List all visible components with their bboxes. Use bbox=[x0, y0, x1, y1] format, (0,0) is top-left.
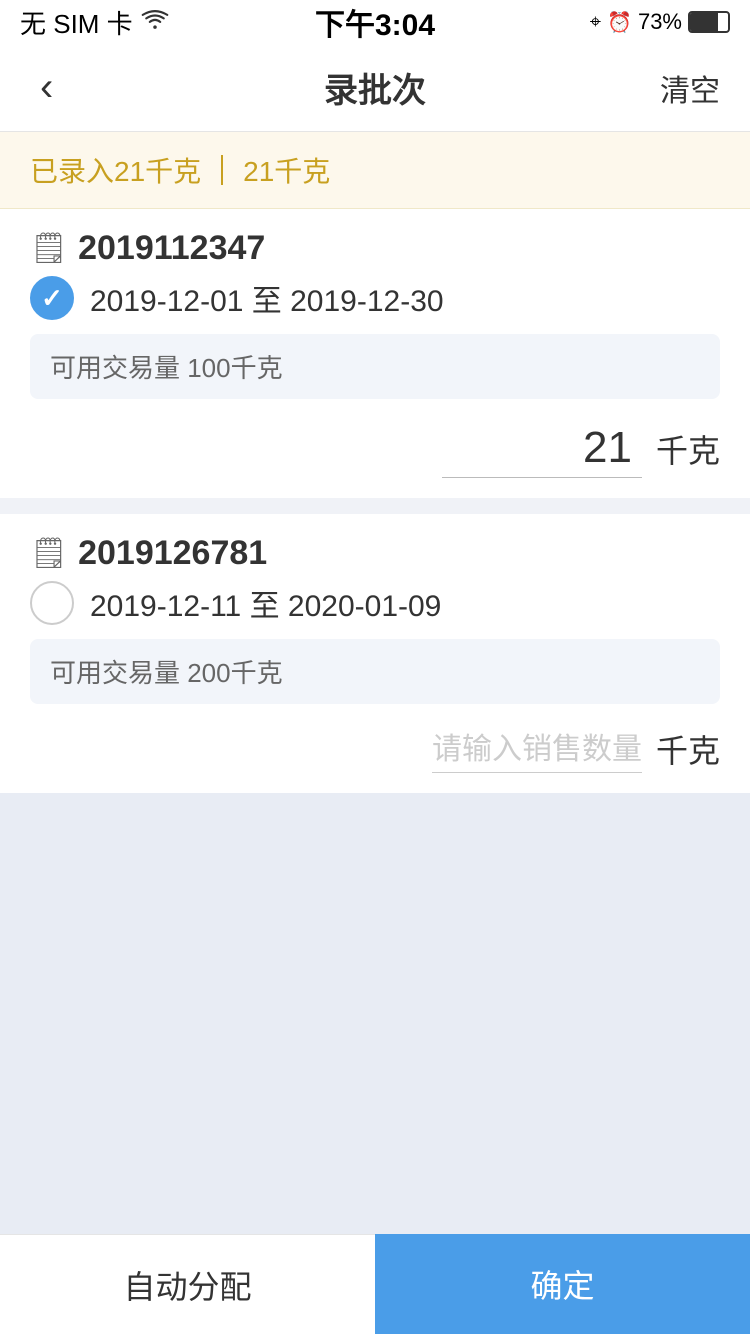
batch-1-quantity-value: 21 bbox=[573, 423, 642, 473]
status-right: ⌖ ⏰ 73% bbox=[590, 9, 730, 35]
batch-1-id: 2019112347 bbox=[78, 229, 265, 268]
batch-2-unit: 千克 bbox=[656, 726, 720, 772]
batch-1-quantity-input[interactable]: 21 bbox=[442, 419, 642, 478]
batch-separator bbox=[0, 498, 750, 514]
info-divider bbox=[221, 155, 223, 185]
batch-item-2: 🗒 2019126781 2019-12-11 至 2020-01-09 可用交… bbox=[0, 514, 750, 704]
batch-2-quantity-row: 请输入销售数量 千克 bbox=[0, 704, 750, 793]
batch-1-date-row: 2019-12-01 至 2019-12-30 bbox=[30, 276, 720, 320]
batch-2-icon: 🗒 bbox=[30, 536, 68, 571]
recorded-label: 已录入21千克 bbox=[30, 150, 201, 190]
battery-icon bbox=[688, 11, 730, 33]
batch-1-radio[interactable] bbox=[30, 276, 74, 320]
batch-1-quantity-row: 21 千克 bbox=[0, 399, 750, 498]
confirm-button[interactable]: 确定 bbox=[375, 1234, 750, 1334]
carrier-text: 无 SIM 卡 bbox=[20, 4, 133, 41]
battery-percent: 73% bbox=[638, 9, 682, 35]
back-button[interactable]: ‹ bbox=[30, 55, 63, 120]
bottom-bar: 自动分配 确定 bbox=[0, 1234, 750, 1334]
batch-2-date: 2019-12-11 至 2020-01-09 bbox=[90, 581, 441, 625]
page-title: 录批次 bbox=[324, 63, 426, 112]
alarm-icon: ⏰ bbox=[607, 10, 632, 35]
empty-spacer bbox=[0, 793, 750, 1273]
recorded-value: 21千克 bbox=[243, 150, 330, 190]
location-icon: ⌖ bbox=[590, 11, 601, 34]
clear-button[interactable]: 清空 bbox=[660, 66, 720, 110]
wifi-icon bbox=[141, 8, 169, 36]
batch-2-availability: 可用交易量 200千克 bbox=[30, 639, 720, 704]
batch-1-header: 🗒 2019112347 bbox=[30, 229, 720, 268]
batch-2-quantity-input-wrapper[interactable]: 请输入销售数量 bbox=[432, 724, 642, 773]
info-banner: 已录入21千克 21千克 bbox=[0, 132, 750, 209]
batch-2-radio[interactable] bbox=[30, 581, 74, 625]
status-time: 下午3:04 bbox=[315, 0, 435, 44]
nav-bar: ‹ 录批次 清空 bbox=[0, 44, 750, 132]
auto-distribute-button[interactable]: 自动分配 bbox=[0, 1234, 375, 1334]
batch-2-header: 🗒 2019126781 bbox=[30, 534, 720, 573]
batch-item-1: 🗒 2019112347 2019-12-01 至 2019-12-30 可用交… bbox=[0, 209, 750, 399]
batch-1-icon: 🗒 bbox=[30, 231, 68, 266]
batch-2-date-row: 2019-12-11 至 2020-01-09 bbox=[30, 581, 720, 625]
batch-1-availability: 可用交易量 100千克 bbox=[30, 334, 720, 399]
batch-1-date: 2019-12-01 至 2019-12-30 bbox=[90, 276, 444, 320]
batch-2-quantity-placeholder: 请输入销售数量 bbox=[432, 724, 642, 768]
status-bar: 无 SIM 卡 下午3:04 ⌖ ⏰ 73% bbox=[0, 0, 750, 44]
batch-2-id: 2019126781 bbox=[78, 534, 267, 573]
batch-1-unit: 千克 bbox=[656, 426, 720, 472]
status-left: 无 SIM 卡 bbox=[20, 4, 169, 41]
